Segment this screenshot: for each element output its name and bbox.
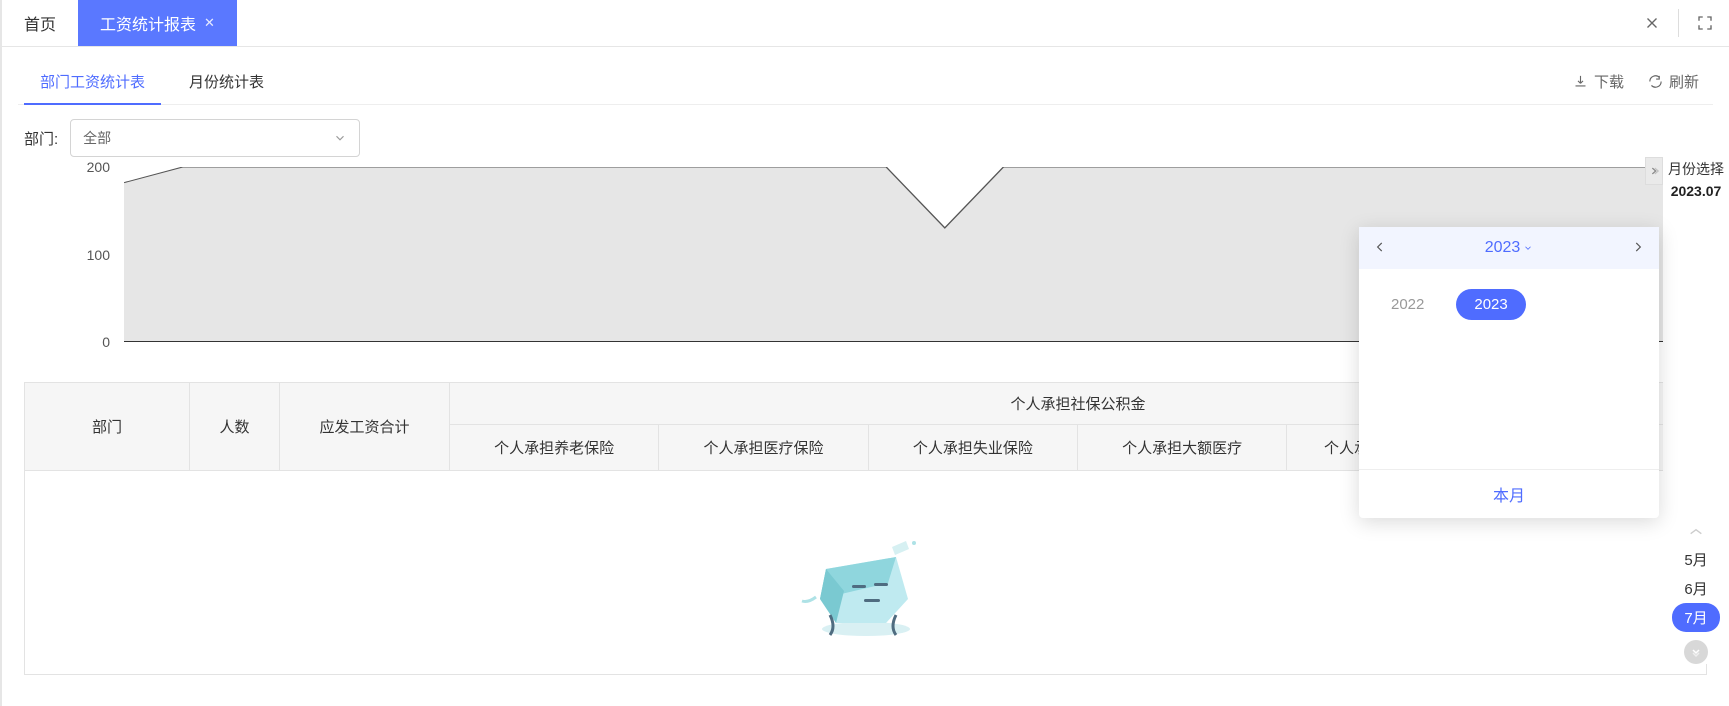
tab-salary-report[interactable]: 工资统计报表 ✕ <box>78 0 237 46</box>
chevron-down-icon <box>333 131 347 145</box>
fullscreen-icon[interactable] <box>1689 7 1721 39</box>
subtab-dept-report[interactable]: 部门工资统计表 <box>18 59 167 104</box>
th-dept: 部门 <box>25 383 190 470</box>
collapse-panel-icon[interactable] <box>1645 157 1663 185</box>
chevron-down-icon <box>1523 243 1533 253</box>
this-month-button[interactable]: 本月 <box>1359 469 1659 518</box>
th-sub-2: 个人承担失业保险 <box>869 425 1078 470</box>
th-sub-3: 个人承担大额医疗 <box>1078 425 1287 470</box>
next-year-icon[interactable] <box>1631 240 1645 257</box>
refresh-icon <box>1648 74 1663 89</box>
close-panel-icon[interactable] <box>1636 7 1668 39</box>
ytick-200: 200 <box>87 159 110 175</box>
year-option[interactable]: 2023 <box>1456 289 1525 320</box>
download-button[interactable]: 下载 <box>1573 71 1624 92</box>
year-option[interactable]: 2022 <box>1373 289 1442 320</box>
tab-home[interactable]: 首页 <box>2 0 78 46</box>
year-picker-popover: 2023 2022 2023 本月 <box>1359 227 1659 518</box>
month-side-panel: 月份选择 2023.07 5月6月7月 <box>1663 147 1729 664</box>
close-icon[interactable]: ✕ <box>204 15 215 31</box>
month-panel-current: 2023.07 <box>1671 183 1722 199</box>
th-sub-0: 个人承担养老保险 <box>450 425 659 470</box>
th-total: 应发工资合计 <box>280 383 450 470</box>
divider <box>1678 9 1679 37</box>
th-sub-1: 个人承担医疗保险 <box>659 425 868 470</box>
prev-year-icon[interactable] <box>1373 240 1387 257</box>
month-option[interactable]: 5月 <box>1672 545 1719 574</box>
scroll-down-icon[interactable] <box>1684 640 1708 664</box>
month-option[interactable]: 6月 <box>1672 574 1719 603</box>
scroll-up-icon[interactable] <box>1688 527 1704 535</box>
month-panel-title: 月份选择 <box>1668 159 1724 179</box>
refresh-button[interactable]: 刷新 <box>1648 71 1699 92</box>
empty-robot-icon <box>796 521 936 644</box>
download-icon <box>1573 74 1588 89</box>
dept-select[interactable]: 全部 <box>70 119 360 157</box>
top-tabbar: 首页 工资统计报表 ✕ <box>2 0 1729 47</box>
th-count: 人数 <box>190 383 280 470</box>
month-option[interactable]: 7月 <box>1672 603 1719 632</box>
ytick-100: 100 <box>87 247 110 263</box>
year-display[interactable]: 2023 <box>1485 239 1534 257</box>
dept-filter-label: 部门: <box>24 128 58 149</box>
ytick-0: 0 <box>102 334 110 350</box>
subtab-month-report[interactable]: 月份统计表 <box>167 59 286 104</box>
